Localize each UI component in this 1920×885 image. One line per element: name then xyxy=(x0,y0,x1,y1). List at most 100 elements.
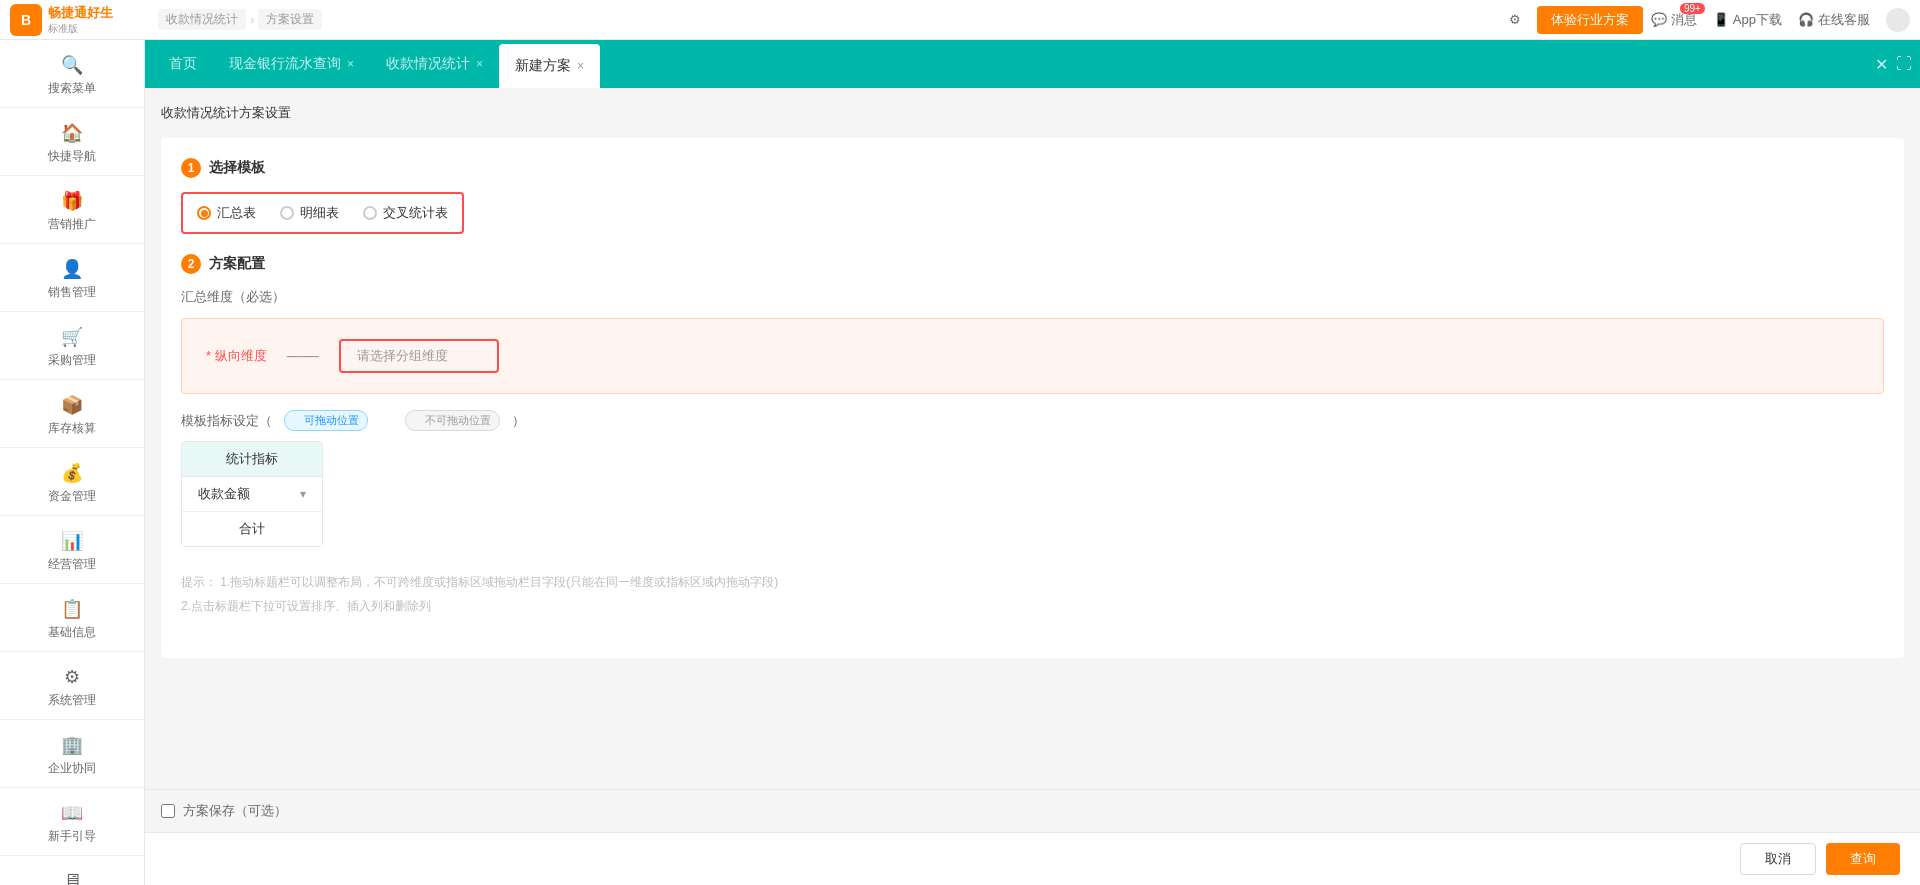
sidebar: 🔍 搜索菜单 🏠 快捷导航 🎁 营销推广 👤 销售管理 🛒 采购管理 📦 库存核… xyxy=(0,40,145,885)
metrics-row1: 收款金额 ▾ xyxy=(182,477,322,512)
tip-2: 2.点击标题栏下拉可设置排序、插入列和删除列 xyxy=(181,594,1884,618)
main-layout: 🔍 搜索菜单 🏠 快捷导航 🎁 营销推广 👤 销售管理 🛒 采购管理 📦 库存核… xyxy=(0,40,1920,885)
tab-expand-icon[interactable]: ⛶ xyxy=(1896,55,1912,74)
system-icon: ⚙ xyxy=(64,666,80,688)
step1-section: 1 选择模板 汇总表 明细表 xyxy=(181,158,1884,234)
search-icon: 🔍 xyxy=(61,54,83,76)
tab-bank-close[interactable]: × xyxy=(347,57,354,71)
draggable-badge: 可拖动位置 xyxy=(284,410,368,431)
tab-close-all-icon[interactable]: ✕ xyxy=(1875,55,1888,74)
sidebar-item-system[interactable]: ⚙ 系统管理 xyxy=(0,652,144,720)
tab-collection-label: 收款情况统计 xyxy=(386,55,470,73)
vertical-label: * 纵向维度 xyxy=(206,347,267,365)
tab-collection-close[interactable]: × xyxy=(476,57,483,71)
sidebar-label-search: 搜索菜单 xyxy=(48,80,96,97)
save-checkbox[interactable] xyxy=(161,804,175,818)
sidebar-item-basic[interactable]: 📋 基础信息 xyxy=(0,584,144,652)
tab-new-plan[interactable]: 新建方案 × xyxy=(499,44,600,88)
sidebar-item-finance[interactable]: 💰 资金管理 xyxy=(0,448,144,516)
message-item[interactable]: 💬 消息 99+ xyxy=(1651,11,1697,29)
tab-collection[interactable]: 收款情况统计 × xyxy=(370,40,499,88)
logo-sub: 标准版 xyxy=(48,22,113,36)
marketing-icon: 🎁 xyxy=(61,190,83,212)
query-button[interactable]: 查询 xyxy=(1826,843,1900,875)
radio-cross[interactable]: 交叉统计表 xyxy=(363,204,448,222)
logo: B 畅捷通好生 标准版 xyxy=(10,4,150,36)
dimension-select[interactable]: 请选择分组维度 xyxy=(339,339,499,373)
page-content: 收款情况统计方案设置 1 选择模板 汇总表 xyxy=(145,88,1920,789)
tab-home-label: 首页 xyxy=(169,55,197,73)
dimension-config-title: 汇总维度（必选） xyxy=(181,288,1884,306)
user-avatar[interactable] xyxy=(1886,8,1910,32)
trial-button[interactable]: 体验行业方案 xyxy=(1537,6,1643,34)
sidebar-item-management[interactable]: 📊 经营管理 xyxy=(0,516,144,584)
sidebar-item-home[interactable]: 🏠 快捷导航 xyxy=(0,108,144,176)
metrics-row1-dropdown[interactable]: ▾ xyxy=(300,487,306,501)
metrics-section: 模板指标设定（ 可拖动位置 不可拖动位置 ） 统计指标 收款金额 xyxy=(181,410,1884,550)
breadcrumb-bar: 收款情况统计 › 方案设置 xyxy=(158,9,1493,30)
tab-new-plan-label: 新建方案 xyxy=(515,57,571,75)
sidebar-label-marketing: 营销推广 xyxy=(48,216,96,233)
page-title: 收款情况统计方案设置 xyxy=(161,104,1904,122)
sidebar-item-guide[interactable]: 📖 新手引导 xyxy=(0,788,144,856)
dimension-box: * 纵向维度 —— 请选择分组维度 xyxy=(181,318,1884,394)
sidebar-item-hardware[interactable]: 🖥 智能硬件 xyxy=(0,856,144,885)
download-item[interactable]: 📱 App下载 xyxy=(1713,11,1782,29)
settings-icon[interactable]: ⚙ xyxy=(1501,6,1529,34)
support-item[interactable]: 🎧 在线客服 xyxy=(1798,11,1870,29)
metrics-end: ） xyxy=(512,412,525,430)
breadcrumb-text: 收款情况统计 xyxy=(158,9,246,30)
radio-summary[interactable]: 汇总表 xyxy=(197,204,256,222)
inventory-icon: 📦 xyxy=(61,394,83,416)
sidebar-label-enterprise: 企业协同 xyxy=(48,760,96,777)
config-section: 汇总维度（必选） * 纵向维度 —— 请选择分组维度 模板指标设定（ xyxy=(181,288,1884,618)
sidebar-item-enterprise[interactable]: 🏢 企业协同 xyxy=(0,720,144,788)
sidebar-item-purchase[interactable]: 🛒 采购管理 xyxy=(0,312,144,380)
guide-icon: 📖 xyxy=(61,802,83,824)
sales-icon: 👤 xyxy=(61,258,83,280)
step1-header: 1 选择模板 xyxy=(181,158,1884,178)
step2-header: 2 方案配置 xyxy=(181,254,1884,274)
metrics-row2-text: 合计 xyxy=(239,521,265,536)
sidebar-label-sales: 销售管理 xyxy=(48,284,96,301)
save-section: 方案保存（可选） xyxy=(145,789,1920,832)
purchase-icon: 🛒 xyxy=(61,326,83,348)
step1-num: 1 xyxy=(181,158,201,178)
metrics-label-text: 模板指标设定（ xyxy=(181,412,272,430)
sidebar-label-finance: 资金管理 xyxy=(48,488,96,505)
logo-text-group: 畅捷通好生 标准版 xyxy=(48,4,113,36)
cancel-button[interactable]: 取消 xyxy=(1740,843,1816,875)
metrics-row2: 合计 xyxy=(182,512,322,546)
sidebar-label-system: 系统管理 xyxy=(48,692,96,709)
sidebar-item-marketing[interactable]: 🎁 营销推广 xyxy=(0,176,144,244)
metrics-sep xyxy=(380,412,393,430)
logo-text: 畅捷通好生 xyxy=(48,4,113,22)
metrics-label-row: 模板指标设定（ 可拖动位置 不可拖动位置 ） xyxy=(181,410,1884,431)
sidebar-item-sales[interactable]: 👤 销售管理 xyxy=(0,244,144,312)
metrics-row1-text: 收款金额 xyxy=(198,485,250,503)
sidebar-label-home: 快捷导航 xyxy=(48,148,96,165)
tab-new-plan-close[interactable]: × xyxy=(577,59,584,73)
sidebar-item-inventory[interactable]: 📦 库存核算 xyxy=(0,380,144,448)
sidebar-label-inventory: 库存核算 xyxy=(48,420,96,437)
metrics-header: 统计指标 xyxy=(182,442,322,477)
tip-1: 提示： 1.拖动标题栏可以调整布局，不可跨维度或指标区域拖动栏目字段(只能在同一… xyxy=(181,570,1884,594)
breadcrumb-sub: 方案设置 xyxy=(258,9,322,30)
save-label: 方案保存（可选） xyxy=(183,802,287,820)
radio-summary-circle xyxy=(197,206,211,220)
metrics-table: 统计指标 收款金额 ▾ 合计 xyxy=(181,441,323,547)
sidebar-label-guide: 新手引导 xyxy=(48,828,96,845)
tab-bank[interactable]: 现金银行流水查询 × xyxy=(213,40,370,88)
form-card: 1 选择模板 汇总表 明细表 xyxy=(161,138,1904,658)
home-icon: 🏠 xyxy=(61,122,83,144)
sidebar-item-search[interactable]: 🔍 搜索菜单 xyxy=(0,40,144,108)
radio-summary-label: 汇总表 xyxy=(217,204,256,222)
sidebar-label-management: 经营管理 xyxy=(48,556,96,573)
radio-detail[interactable]: 明细表 xyxy=(280,204,339,222)
sidebar-label-purchase: 采购管理 xyxy=(48,352,96,369)
tab-bank-label: 现金银行流水查询 xyxy=(229,55,341,73)
breadcrumb-arrow: › xyxy=(250,12,254,27)
message-badge: 99+ xyxy=(1680,3,1705,14)
tips-section: 提示： 1.拖动标题栏可以调整布局，不可跨维度或指标区域拖动栏目字段(只能在同一… xyxy=(181,570,1884,618)
tab-home[interactable]: 首页 xyxy=(153,40,213,88)
